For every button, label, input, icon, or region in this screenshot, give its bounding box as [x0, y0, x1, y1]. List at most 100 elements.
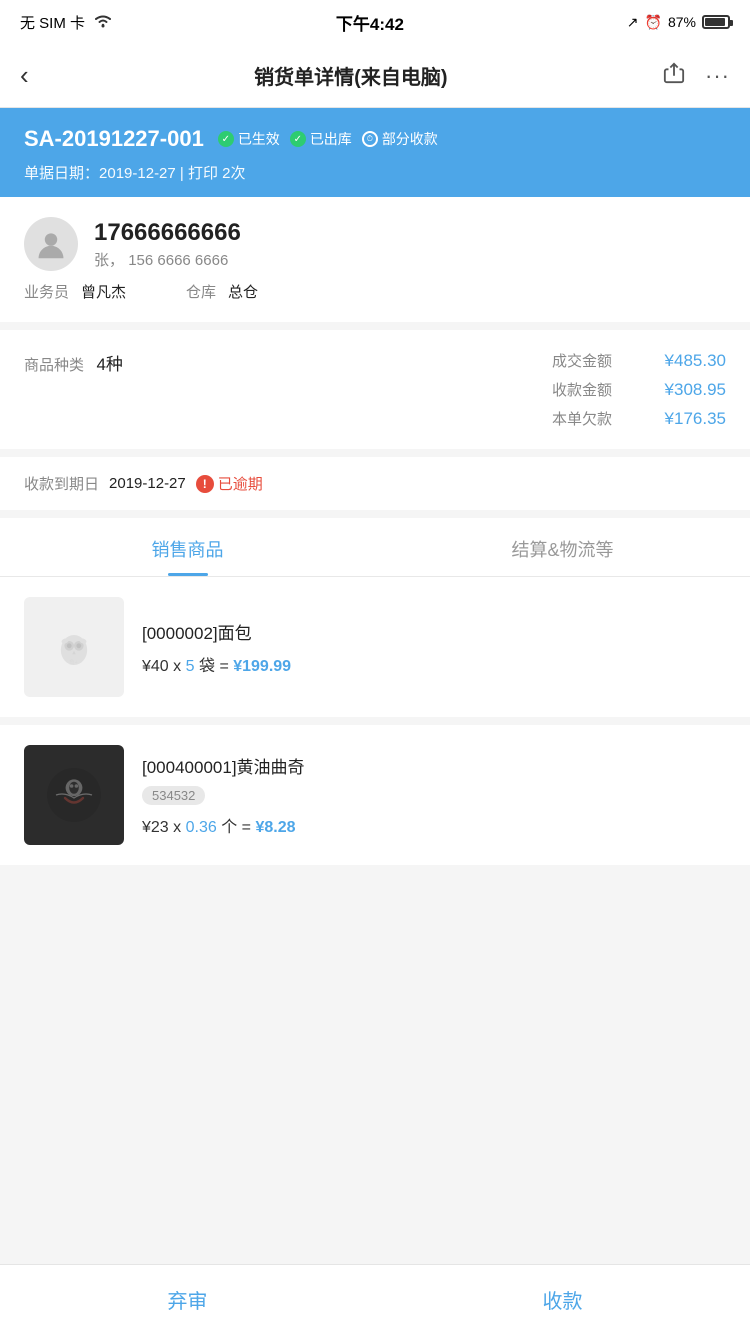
deal-amount: ¥485.30: [636, 351, 726, 371]
product-name-2: [000400001]黄油曲奇: [142, 753, 726, 778]
overdue-badge: ! 已逾期: [196, 473, 263, 494]
order-date-value: 2019-12-27: [99, 165, 176, 182]
wifi-icon: [93, 13, 113, 32]
back-button[interactable]: ‹: [10, 50, 39, 101]
deal-amount-row: 成交金额 ¥485.30: [552, 350, 726, 371]
amount-info: 成交金额 ¥485.30 收款金额 ¥308.95 本单欠款 ¥176.35: [552, 350, 726, 429]
more-icon[interactable]: ···: [705, 63, 730, 89]
tabs-container: 销售商品 结算&物流等: [0, 518, 750, 577]
product-info-2: [000400001]黄油曲奇 534532 ¥23 x 0.36 个 = ¥8…: [142, 753, 726, 837]
warehouse-info: 仓库 总仓: [186, 281, 258, 302]
confirm-button[interactable]: 收款: [375, 1265, 750, 1334]
category-count: 4种: [96, 355, 122, 374]
product-sku-2: 534532: [142, 786, 205, 805]
overdue-text: 已逾期: [218, 473, 263, 494]
receive-amount-row: 收款金额 ¥308.95: [552, 379, 726, 400]
status-right: ↗ ⏰ 87%: [627, 14, 730, 31]
date-label: 单据日期：: [24, 165, 99, 182]
category-info: 商品种类 4种: [24, 350, 123, 375]
unit-2: 个: [221, 819, 237, 836]
staff-name: 曾凡杰: [81, 281, 126, 302]
badge-effective-text: 已生效: [238, 129, 280, 149]
staff-label: 业务员: [24, 281, 69, 302]
carrier-text: 无 SIM 卡: [20, 12, 85, 33]
staff-info: 业务员 曾凡杰: [24, 281, 126, 302]
equals-2: =: [242, 819, 256, 836]
product-thumbnail-2: [24, 745, 124, 845]
price-value-1: ¥40: [142, 658, 169, 675]
customer-name-text: 张，: [94, 252, 124, 269]
alarm-icon: ⏰: [645, 14, 662, 31]
nav-bar: ‹ 销货单详情(来自电脑) ···: [0, 44, 750, 108]
check-icon-2: ✓: [290, 131, 306, 147]
overdue-icon: !: [196, 475, 214, 493]
product-thumbnail-1: 鱼+: [24, 597, 124, 697]
product-info-1: [0000002]面包 ¥40 x 5 袋 = ¥199.99: [142, 619, 726, 676]
multiply-1: x: [173, 658, 185, 675]
badge-shipped-text: 已出库: [310, 129, 352, 149]
tab-sales-products[interactable]: 销售商品: [0, 518, 375, 576]
status-badges: ✓ 已生效 ✓ 已出库 ⏱ 部分收款: [218, 129, 438, 149]
clock-icon: ⏱: [362, 131, 378, 147]
tab-settlement[interactable]: 结算&物流等: [375, 518, 750, 576]
equals-1: =: [219, 658, 233, 675]
qty-value-1: 5: [186, 658, 195, 675]
battery-icon: [702, 15, 730, 29]
qty-value-2: 0.36: [186, 819, 217, 836]
customer-phone: 17666666666: [94, 219, 241, 247]
badge-partial: ⏱ 部分收款: [362, 129, 438, 149]
nav-actions: ···: [663, 62, 730, 90]
receive-label: 收款金额: [552, 379, 612, 400]
tab-settlement-label: 结算&物流等: [511, 540, 613, 560]
status-time: 下午4:42: [336, 10, 404, 35]
print-unit: 次: [231, 165, 246, 182]
due-date-value: 2019-12-27: [109, 475, 186, 492]
product-price-2: ¥23 x 0.36 个 = ¥8.28: [142, 813, 726, 837]
warehouse-name: 总仓: [228, 281, 258, 302]
battery-percent: 87%: [668, 14, 696, 30]
product-price-1: ¥40 x 5 袋 = ¥199.99: [142, 652, 726, 676]
total-value-2: ¥8.28: [255, 819, 295, 836]
status-left: 无 SIM 卡: [20, 12, 113, 33]
status-bar: 无 SIM 卡 下午4:42 ↗ ⏰ 87%: [0, 0, 750, 44]
confirm-label: 收款: [543, 1285, 583, 1314]
order-header: SA-20191227-001 ✓ 已生效 ✓ 已出库 ⏱ 部分收款 单据日期：…: [0, 108, 750, 197]
multiply-2: x: [173, 819, 185, 836]
category-label: 商品种类: [24, 357, 84, 374]
list-item: [000400001]黄油曲奇 534532 ¥23 x 0.36 个 = ¥8…: [0, 725, 750, 865]
check-icon-1: ✓: [218, 131, 234, 147]
cancel-button[interactable]: 弃审: [0, 1265, 375, 1334]
customer-section: 17666666666 张， 156 6666 6666 业务员 曾凡杰 仓库 …: [0, 197, 750, 330]
product-name-1: [0000002]面包: [142, 619, 726, 644]
tab-sales-label: 销售商品: [152, 540, 224, 560]
order-date-row: 单据日期：2019-12-27 | 打印 2次: [24, 162, 726, 183]
debt-label: 本单欠款: [552, 408, 612, 429]
customer-contact: 张， 156 6666 6666: [94, 249, 241, 270]
badge-effective: ✓ 已生效: [218, 129, 280, 149]
print-count: 2: [222, 165, 230, 182]
price-value-2: ¥23: [142, 819, 169, 836]
list-item: 鱼+ [0000002]面包 ¥40 x 5 袋 = ¥199.99: [0, 577, 750, 717]
page-title: 销货单详情(来自电脑): [254, 61, 447, 90]
customer-phone-sub: 156 6666 6666: [128, 252, 228, 269]
unit-1: 袋: [199, 658, 215, 675]
debt-amount: ¥176.35: [636, 409, 726, 429]
cancel-label: 弃审: [168, 1285, 208, 1314]
summary-section: 商品种类 4种 成交金额 ¥485.30 收款金额 ¥308.95 本单欠款 ¥…: [0, 330, 750, 457]
bottom-bar: 弃审 收款: [0, 1264, 750, 1334]
products-list: 鱼+ [0000002]面包 ¥40 x 5 袋 = ¥199.99: [0, 577, 750, 953]
badge-partial-text: 部分收款: [382, 129, 438, 149]
avatar: [24, 217, 78, 271]
warehouse-label: 仓库: [186, 281, 216, 302]
print-label: | 打印: [180, 165, 222, 182]
order-number: SA-20191227-001: [24, 126, 204, 152]
share-icon[interactable]: [663, 62, 685, 90]
total-value-1: ¥199.99: [233, 658, 291, 675]
badge-shipped: ✓ 已出库: [290, 129, 352, 149]
due-label: 收款到期日: [24, 473, 99, 494]
deal-label: 成交金额: [552, 350, 612, 371]
debt-amount-row: 本单欠款 ¥176.35: [552, 408, 726, 429]
receive-amount: ¥308.95: [636, 380, 726, 400]
location-icon: ↗: [627, 14, 639, 31]
due-section: 收款到期日 2019-12-27 ! 已逾期: [0, 457, 750, 518]
